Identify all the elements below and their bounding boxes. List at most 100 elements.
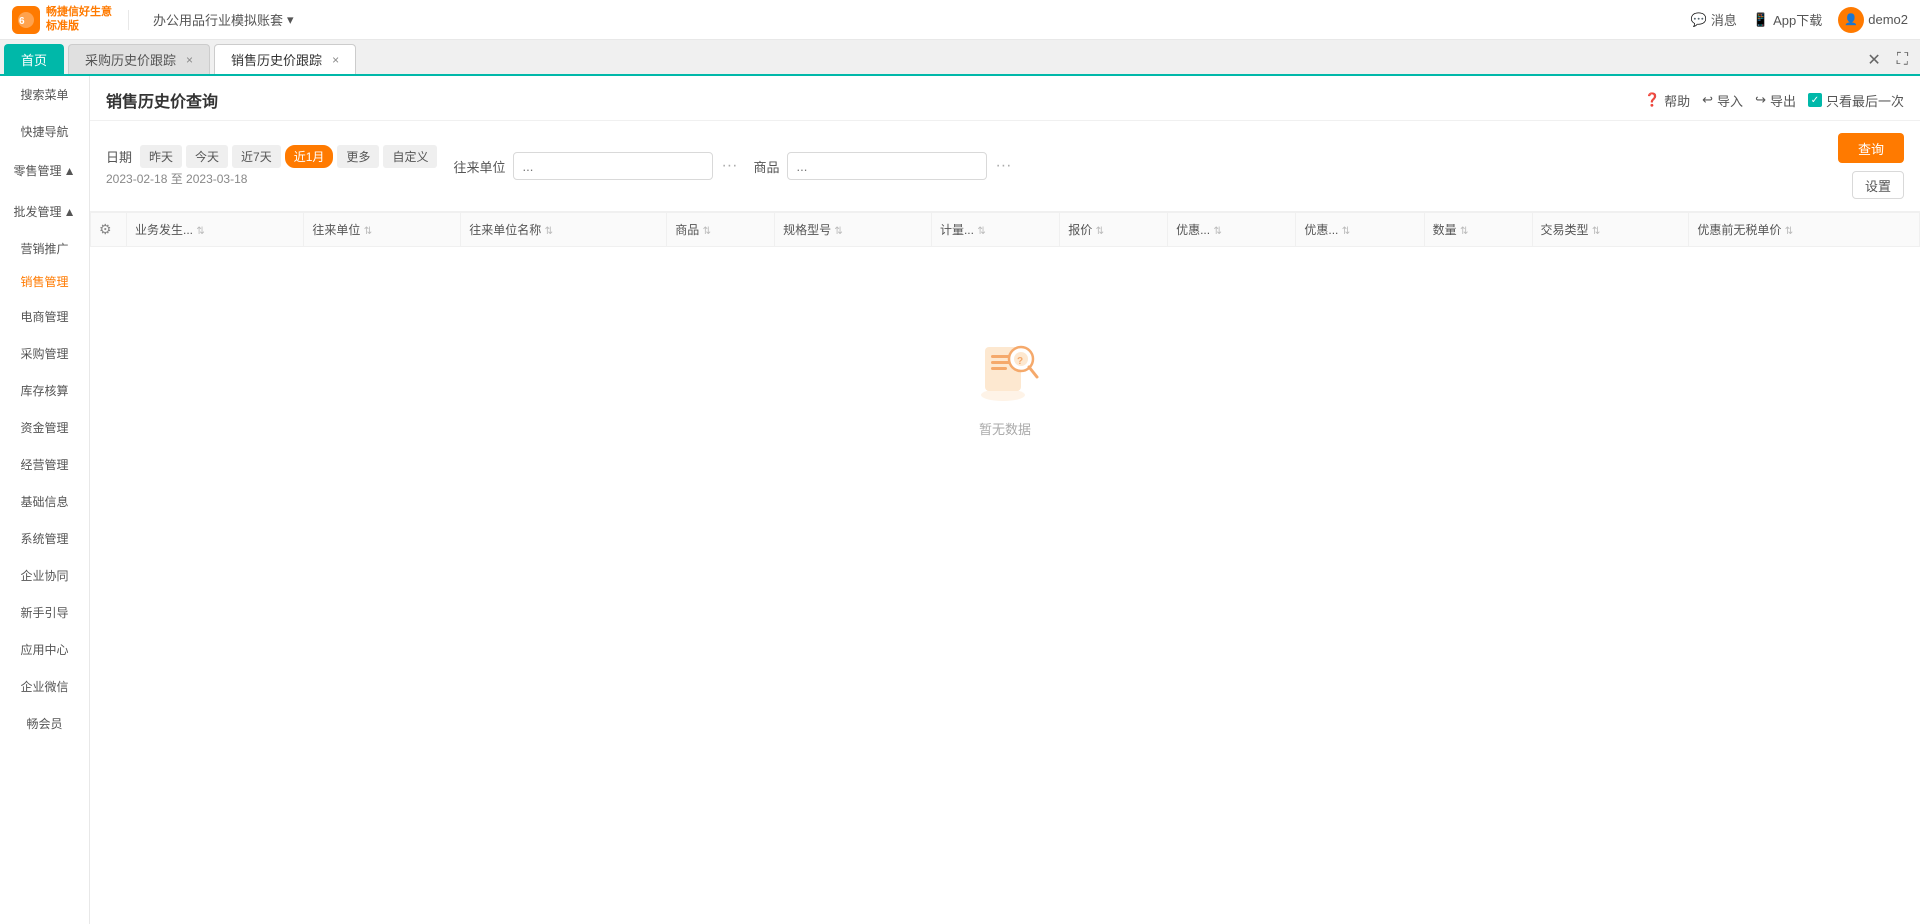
th-unit-label: 计量... <box>940 223 974 237</box>
message-icon: 💬 <box>1691 12 1707 28</box>
th-discount2-label: 优惠... <box>1304 223 1338 237</box>
user-menu[interactable]: 👤 demo2 <box>1838 7 1908 33</box>
tab-sales-label: 销售历史价跟踪 <box>231 50 322 69</box>
only-last-label: 只看最后一次 <box>1826 91 1904 110</box>
date-btn-1month[interactable]: 近1月 <box>285 145 334 168</box>
date-btn-today[interactable]: 今天 <box>186 145 228 168</box>
nav-dropdown[interactable]: 办公用品行业模拟账套 ▾ <box>145 6 302 33</box>
page-actions: ❓ 帮助 ↩ 导入 ↪ 导出 只看最后一次 <box>1644 91 1904 110</box>
app-download-label: App下载 <box>1773 10 1822 29</box>
product-filter: 商品 ··· <box>753 152 1011 180</box>
sidebar-item-finance[interactable]: 资金管理 <box>0 409 89 446</box>
th-quantity[interactable]: 数量 ⇅ <box>1424 213 1532 247</box>
tab-sales-history[interactable]: 销售历史价跟踪 × <box>214 44 356 74</box>
sort-arrows-spec: ⇅ <box>834 226 842 237</box>
filter-settings-button[interactable]: 设置 <box>1852 171 1904 199</box>
th-spec-label: 规格型号 <box>783 223 831 237</box>
th-quote[interactable]: 报价 ⇅ <box>1060 213 1168 247</box>
tab-purchase-close[interactable]: × <box>186 53 193 67</box>
export-button[interactable]: ↪ 导出 <box>1755 91 1796 110</box>
close-tab-btn[interactable]: ✕ <box>1863 46 1884 74</box>
import-button[interactable]: ↩ 导入 <box>1702 91 1743 110</box>
message-label: 消息 <box>1711 10 1737 29</box>
product-more-btn[interactable]: ··· <box>995 157 1011 175</box>
th-pre-tax-price[interactable]: 优惠前无税单价 ⇅ <box>1689 213 1920 247</box>
th-discount1-label: 优惠... <box>1176 223 1210 237</box>
th-biz-date-label: 业务发生... <box>135 223 193 237</box>
sort-arrows-partner-code: ⇅ <box>364 226 372 237</box>
sidebar-item-app-center[interactable]: 应用中心 <box>0 631 89 668</box>
retail-mgmt-arrow: ▲ <box>64 164 76 178</box>
table-settings-icon[interactable]: ⚙ <box>99 221 112 237</box>
avatar: 👤 <box>1838 7 1864 33</box>
sidebar-item-sales-mgmt[interactable]: 销售管理 <box>0 265 89 298</box>
th-discount2[interactable]: 优惠... ⇅ <box>1296 213 1424 247</box>
sidebar-item-marketing[interactable]: 营销推广 <box>0 232 89 265</box>
th-unit[interactable]: 计量... ⇅ <box>931 213 1059 247</box>
header-right: 💬 消息 📱 App下载 👤 demo2 <box>1691 7 1908 33</box>
th-quote-label: 报价 <box>1068 223 1092 237</box>
sidebar-item-quick-nav[interactable]: 快捷导航 <box>0 113 89 150</box>
message-button[interactable]: 💬 消息 <box>1691 10 1737 29</box>
sidebar-item-wholesale-mgmt[interactable]: 批发管理 ▲ <box>0 191 89 232</box>
enterprise-label: 企业协同 <box>20 567 68 584</box>
sidebar-item-retail-mgmt[interactable]: 零售管理 ▲ <box>0 150 89 191</box>
date-btn-7days[interactable]: 近7天 <box>232 145 281 168</box>
import-label: 导入 <box>1717 91 1743 110</box>
date-btn-yesterday[interactable]: 昨天 <box>140 145 182 168</box>
tab-purchase-history[interactable]: 采购历史价跟踪 × <box>68 44 210 74</box>
help-button[interactable]: ❓ 帮助 <box>1644 91 1690 110</box>
date-btn-custom[interactable]: 自定义 <box>383 145 437 168</box>
empty-icon: ? <box>965 327 1045 407</box>
purchase-mgmt-label: 采购管理 <box>20 345 68 362</box>
th-partner-code-label: 往来单位 <box>312 223 360 237</box>
th-partner-name[interactable]: 往来单位名称 ⇅ <box>461 213 667 247</box>
fullscreen-btn[interactable]: ⛶ <box>1893 47 1912 73</box>
sort-arrows-discount1: ⇅ <box>1213 226 1221 237</box>
th-product[interactable]: 商品 ⇅ <box>667 213 775 247</box>
date-btn-more[interactable]: 更多 <box>337 145 379 168</box>
date-filter-group: 日期 昨天 今天 近7天 近1月 更多 自定义 2023-02-18 至 202… <box>106 145 437 187</box>
page-content: 销售历史价查询 ❓ 帮助 ↩ 导入 ↪ 导出 <box>90 76 1920 924</box>
tab-sales-close[interactable]: × <box>332 53 339 67</box>
header-divider <box>128 10 129 30</box>
sort-arrows-partner-name: ⇅ <box>545 226 553 237</box>
sidebar-item-search-menu[interactable]: 搜索菜单 <box>0 76 89 113</box>
page-header: 销售历史价查询 ❓ 帮助 ↩ 导入 ↪ 导出 <box>90 76 1920 121</box>
tab-home[interactable]: 首页 <box>4 44 64 74</box>
sidebar-item-wechat[interactable]: 企业微信 <box>0 668 89 705</box>
marketing-label: 营销推广 <box>20 242 68 256</box>
help-icon: ❓ <box>1644 92 1660 108</box>
from-unit-more-btn[interactable]: ··· <box>721 157 737 175</box>
sidebar-item-operations[interactable]: 经营管理 <box>0 446 89 483</box>
only-last-checkbox[interactable]: 只看最后一次 <box>1808 91 1904 110</box>
table-header-row: ⚙ 业务发生... ⇅ 往来单位 ⇅ 往来单位名称 <box>91 213 1920 247</box>
app-download-icon: 📱 <box>1753 12 1769 28</box>
th-trade-type[interactable]: 交易类型 ⇅ <box>1532 213 1689 247</box>
system-mgmt-label: 系统管理 <box>20 530 68 547</box>
from-unit-input[interactable] <box>513 152 713 180</box>
th-biz-date[interactable]: 业务发生... ⇅ <box>127 213 304 247</box>
sales-mgmt-label: 销售管理 <box>20 275 68 289</box>
th-quantity-label: 数量 <box>1433 223 1457 237</box>
empty-text: 暂无数据 <box>979 419 1031 438</box>
th-spec[interactable]: 规格型号 ⇅ <box>775 213 932 247</box>
sidebar-item-ecommerce[interactable]: 电商管理 <box>0 298 89 335</box>
search-button[interactable]: 查询 <box>1838 133 1904 163</box>
sidebar-item-guide[interactable]: 新手引导 <box>0 594 89 631</box>
sidebar-item-basic-info[interactable]: 基础信息 <box>0 483 89 520</box>
filter-right-actions: 查询 设置 <box>1838 133 1904 199</box>
quick-nav-label: 快捷导航 <box>20 123 68 140</box>
date-buttons-group: 日期 昨天 今天 近7天 近1月 更多 自定义 <box>106 145 437 168</box>
product-input[interactable] <box>787 152 987 180</box>
app-center-label: 应用中心 <box>20 641 68 658</box>
sidebar-item-enterprise[interactable]: 企业协同 <box>0 557 89 594</box>
sidebar-item-inventory[interactable]: 库存核算 <box>0 372 89 409</box>
th-discount1[interactable]: 优惠... ⇅ <box>1168 213 1296 247</box>
th-partner-code[interactable]: 往来单位 ⇅ <box>304 213 461 247</box>
sidebar-item-member[interactable]: 畅会员 <box>0 705 89 742</box>
sidebar-item-system-mgmt[interactable]: 系统管理 <box>0 520 89 557</box>
th-settings: ⚙ <box>91 213 127 247</box>
sidebar-item-purchase-mgmt[interactable]: 采购管理 <box>0 335 89 372</box>
app-download-button[interactable]: 📱 App下载 <box>1753 10 1822 29</box>
